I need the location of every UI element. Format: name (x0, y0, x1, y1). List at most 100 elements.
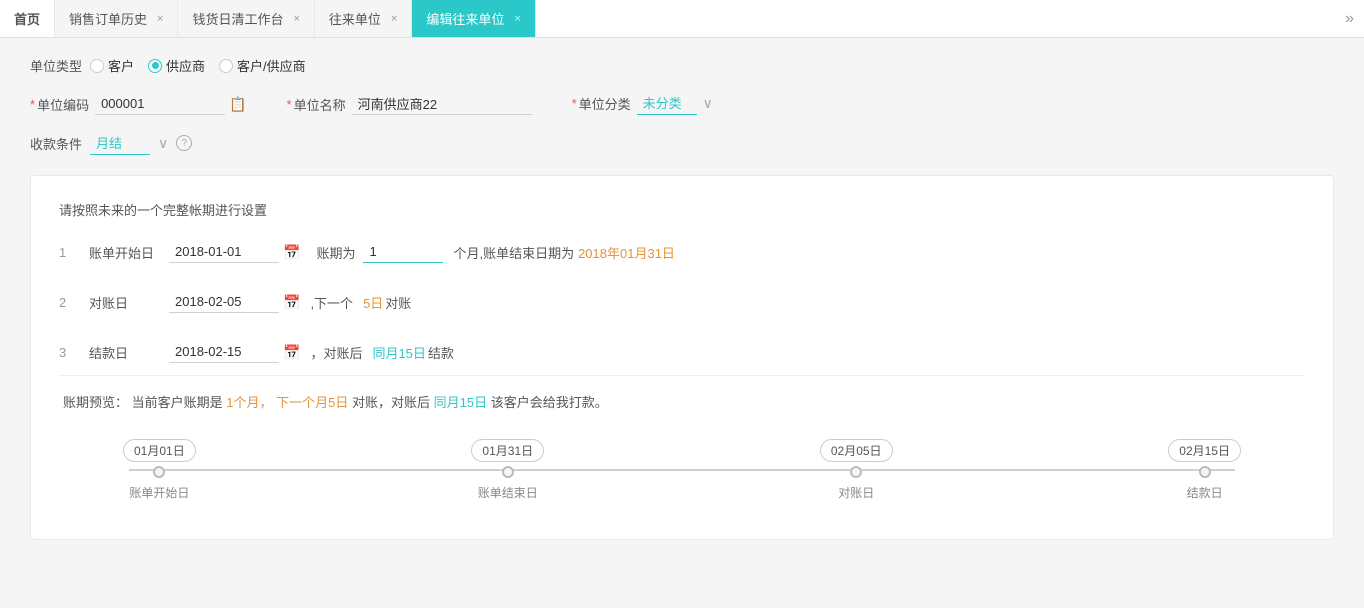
unit-name-input[interactable] (352, 93, 532, 115)
payment-date-calendar-icon[interactable]: 📅 (283, 344, 300, 361)
row-label-1: 账单开始日 (89, 243, 169, 262)
unit-code-group: * 单位编码 📋 (30, 93, 247, 115)
preview-text-3: 该客户会给我打款。 (491, 395, 608, 410)
timeline-node-1: 01月01日 账单开始日 (123, 439, 196, 501)
unit-category-label: 单位分类 (579, 94, 631, 113)
unit-category-chevron[interactable]: ∨ (703, 95, 713, 112)
timeline-pill-1: 01月01日 (123, 439, 196, 462)
tab-home-label: 首页 (14, 9, 40, 28)
timeline: 01月01日 账单开始日 01月31日 账单结束日 02月05日 对账日 02月… (69, 439, 1295, 511)
tab-partner-unit-close[interactable]: × (391, 13, 397, 25)
preview-highlight-2: 下一个月5日 (276, 395, 348, 410)
reconcile-date-input[interactable] (169, 291, 279, 313)
main-content: 单位类型 客户 供应商 客户/供应商 * 单位编码 📋 * 单位名称 (0, 38, 1364, 608)
unit-code-input[interactable] (95, 93, 225, 115)
unit-name-group: * 单位名称 (287, 93, 532, 115)
expand-icon: » (1345, 10, 1354, 28)
timeline-node-2: 01月31日 账单结束日 (471, 439, 544, 501)
tab-bar: 首页 销售订单历史 × 钱货日清工作台 × 往来单位 × 编辑往来单位 × » (0, 0, 1364, 38)
radio-customer[interactable]: 客户 (90, 56, 134, 75)
row-1-end-date: 2018年01月31日 (578, 243, 675, 262)
radio-circle-customer-supplier (219, 59, 233, 73)
unit-fields-row: * 单位编码 📋 * 单位名称 * 单位分类 未分类 ∨ (30, 91, 1334, 115)
tab-expand-button[interactable]: » (1335, 0, 1364, 37)
radio-circle-customer (90, 59, 104, 73)
unit-category-star: * (572, 96, 577, 111)
timeline-dot-4 (1199, 466, 1211, 478)
card-title: 请按照未来的一个完整帐期进行设置 (59, 200, 1305, 219)
unit-name-star: * (287, 97, 292, 112)
row-2-desc: ,下一个 (310, 293, 353, 312)
preview-label: 账期预览： (63, 395, 128, 410)
radio-label-customer: 客户 (108, 56, 134, 75)
tab-edit-partner-close[interactable]: × (514, 13, 520, 25)
account-row-3: 3 结款日 📅 ，对账后 同月15日 结款 (59, 341, 1305, 363)
payment-value[interactable]: 月结 (90, 131, 150, 155)
row-2-suffix: 对账 (385, 293, 411, 312)
row-1-desc-suffix: 个月,账单结束日期为 (453, 243, 574, 262)
unit-type-row: 单位类型 客户 供应商 客户/供应商 (30, 56, 1334, 75)
preview-text-2: 对账，对账后 (352, 395, 430, 410)
tab-edit-partner-label: 编辑往来单位 (426, 9, 504, 28)
timeline-dot-1 (153, 466, 165, 478)
payment-row: 收款条件 月结 ∨ ? (30, 131, 1334, 155)
row-1-desc-prefix: 账期为 (316, 243, 355, 262)
row-num-1: 1 (59, 245, 89, 260)
timeline-node-4: 02月15日 结款日 (1168, 439, 1241, 501)
tab-cash-work-label: 钱货日清工作台 (192, 9, 283, 28)
row-label-2: 对账日 (89, 293, 169, 312)
tab-sales-history-label: 销售订单历史 (69, 9, 147, 28)
unit-category-value[interactable]: 未分类 (637, 91, 697, 115)
tab-partner-unit-label: 往来单位 (329, 9, 381, 28)
timeline-pill-3: 02月05日 (820, 439, 893, 462)
preview-highlight-1: 1个月， (226, 395, 272, 410)
row-num-2: 2 (59, 295, 89, 310)
tab-partner-unit[interactable]: 往来单位 × (315, 0, 412, 37)
radio-label-customer-supplier: 客户/供应商 (237, 56, 306, 75)
payment-label: 收款条件 (30, 134, 82, 153)
tab-sales-history[interactable]: 销售订单历史 × (55, 0, 178, 37)
unit-category-group: * 单位分类 未分类 ∨ (572, 91, 713, 115)
timeline-dot-3 (850, 466, 862, 478)
start-date-calendar-icon[interactable]: 📅 (283, 244, 300, 261)
timeline-pill-2: 01月31日 (471, 439, 544, 462)
tab-cash-work-close[interactable]: × (293, 13, 299, 25)
tab-sales-history-close[interactable]: × (157, 13, 163, 25)
unit-code-label: 单位编码 (37, 95, 89, 114)
timeline-pill-4: 02月15日 (1168, 439, 1241, 462)
preview-text: 账期预览： 当前客户账期是 1个月， 下一个月5日 对账，对账后 同月15日 该… (59, 392, 1305, 411)
tab-home[interactable]: 首页 (0, 0, 55, 37)
tab-edit-partner[interactable]: 编辑往来单位 × (412, 0, 535, 37)
timeline-desc-3: 对账日 (838, 484, 874, 501)
payment-date-input[interactable] (169, 341, 279, 363)
account-row-2: 2 对账日 📅 ,下一个 5日 对账 (59, 291, 1305, 313)
radio-circle-supplier (148, 59, 162, 73)
preview-highlight-3: 同月15日 (434, 395, 487, 410)
timeline-dot-2 (502, 466, 514, 478)
calendar-icon-code[interactable]: 📋 (229, 96, 246, 113)
row-label-3: 结款日 (89, 343, 169, 362)
tab-cash-work[interactable]: 钱货日清工作台 × (178, 0, 314, 37)
radio-supplier[interactable]: 供应商 (148, 56, 205, 75)
payment-help-icon[interactable]: ? (176, 135, 192, 151)
account-row-1: 1 账单开始日 📅 账期为 个月,账单结束日期为 2018年01月31日 (59, 241, 1305, 263)
preview-text-1: 当前客户账期是 (132, 395, 223, 410)
radio-customer-supplier[interactable]: 客户/供应商 (219, 56, 306, 75)
timeline-nodes: 01月01日 账单开始日 01月31日 账单结束日 02月05日 对账日 02月… (69, 439, 1295, 501)
radio-label-supplier: 供应商 (166, 56, 205, 75)
payment-chevron[interactable]: ∨ (158, 135, 168, 152)
timeline-node-3: 02月05日 对账日 (820, 439, 893, 501)
payment-select-group: 月结 ∨ ? (90, 131, 192, 155)
row-3-highlight: 同月15日 (372, 343, 425, 362)
row-num-3: 3 (59, 345, 89, 360)
unit-type-label: 单位类型 (30, 56, 82, 75)
timeline-desc-1: 账单开始日 (129, 484, 189, 501)
unit-type-radio-group: 客户 供应商 客户/供应商 (90, 56, 306, 75)
start-date-input[interactable] (169, 241, 279, 263)
unit-code-star: * (30, 97, 35, 112)
reconcile-date-calendar-icon[interactable]: 📅 (283, 294, 300, 311)
period-num-input[interactable] (363, 241, 443, 263)
timeline-desc-4: 结款日 (1187, 484, 1223, 501)
timeline-desc-2: 账单结束日 (478, 484, 538, 501)
row-3-desc: ，对账后 (310, 343, 362, 362)
